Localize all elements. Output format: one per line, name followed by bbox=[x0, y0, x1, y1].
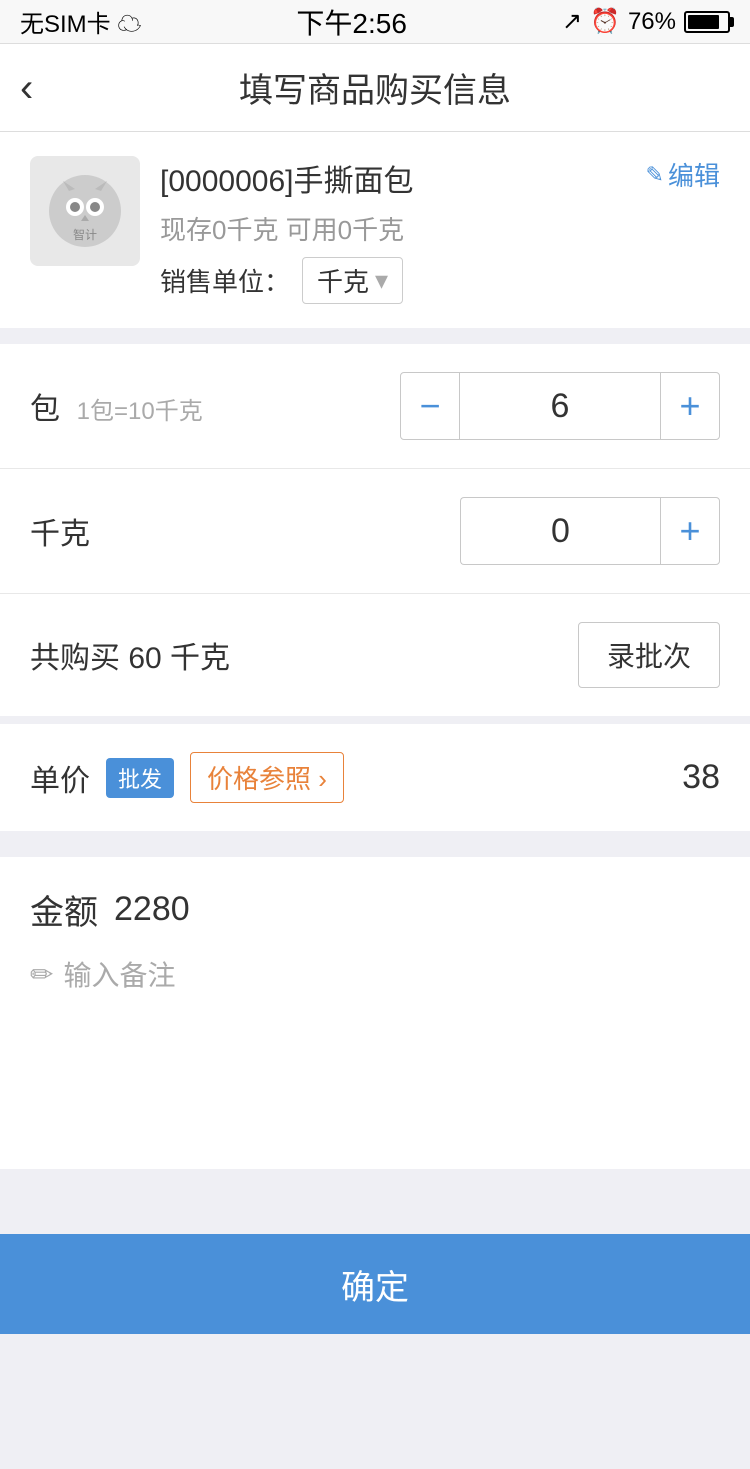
pencil-icon: ✏ bbox=[30, 958, 53, 991]
product-name: [0000006]手撕面包 bbox=[160, 156, 720, 200]
amount-value: 2280 bbox=[114, 890, 190, 929]
price-badge: 批发 bbox=[106, 758, 174, 798]
bao-qty-controls: − + bbox=[400, 372, 720, 440]
price-ref-button[interactable]: 价格参照 › bbox=[190, 752, 344, 803]
product-unit-row: 销售单位： 千克 ▾ bbox=[160, 257, 720, 304]
nav-bar: ‹ 填写商品购买信息 bbox=[0, 44, 750, 132]
kg-qty-controls: + bbox=[460, 497, 720, 565]
confirm-label: 确定 bbox=[341, 1260, 409, 1309]
nav-title: 填写商品购买信息 bbox=[239, 63, 511, 112]
product-image: 智计 bbox=[30, 156, 140, 266]
confirm-bar[interactable]: 确定 bbox=[0, 1234, 750, 1334]
product-logo: 智计 bbox=[45, 171, 125, 251]
unit-value: 千克 bbox=[317, 262, 369, 299]
edit-button[interactable]: ✎ 编辑 bbox=[646, 156, 720, 193]
amount-section: 金额 2280 ✏ 输入备注 bbox=[0, 849, 750, 1169]
status-left: 无SIM卡 ☁ bbox=[20, 4, 141, 39]
product-card: 智计 [0000006]手撕面包 现存0千克 可用0千克 销售单位： 千克 ▾ bbox=[0, 132, 750, 336]
edit-label: 编辑 bbox=[668, 156, 720, 193]
kg-qty-input[interactable] bbox=[460, 497, 660, 565]
product-stock: 现存0千克 可用0千克 bbox=[160, 210, 720, 247]
bao-label: 包 1包=10千克 bbox=[30, 384, 400, 428]
product-info: [0000006]手撕面包 现存0千克 可用0千克 销售单位： 千克 ▾ bbox=[160, 156, 720, 304]
svg-text:智计: 智计 bbox=[73, 227, 97, 242]
dropdown-arrow-icon: ▾ bbox=[375, 265, 388, 296]
edit-icon: ✎ bbox=[646, 162, 664, 188]
signal-icon: ↗ bbox=[562, 7, 582, 36]
sim-label: 无SIM卡 ☁ bbox=[20, 4, 141, 39]
unit-dropdown[interactable]: 千克 ▾ bbox=[302, 257, 403, 304]
price-value: 38 bbox=[682, 758, 720, 797]
back-button[interactable]: ‹ bbox=[20, 68, 33, 108]
status-time: 下午2:56 bbox=[296, 2, 407, 42]
bao-qty-input[interactable] bbox=[460, 372, 660, 440]
note-row[interactable]: ✏ 输入备注 bbox=[30, 954, 720, 994]
price-label: 单价 bbox=[30, 756, 90, 800]
product-card-wrapper: 智计 [0000006]手撕面包 现存0千克 可用0千克 销售单位： 千克 ▾ … bbox=[0, 132, 750, 344]
battery-percent: 76% bbox=[628, 8, 676, 36]
kg-label: 千克 bbox=[30, 509, 460, 553]
amount-label: 金额 bbox=[30, 885, 98, 934]
unit-label: 销售单位： bbox=[160, 262, 290, 299]
bao-minus-button[interactable]: − bbox=[400, 372, 460, 440]
summary-text: 共购买 60 千克 bbox=[30, 633, 230, 677]
batch-button[interactable]: 录批次 bbox=[578, 622, 720, 688]
alarm-icon: ⏰ bbox=[590, 7, 620, 36]
status-right: ↗ ⏰ 76% bbox=[562, 7, 730, 36]
bao-plus-button[interactable]: + bbox=[660, 372, 720, 440]
bao-sublabel: 1包=10千克 bbox=[70, 398, 203, 425]
kg-plus-button[interactable]: + bbox=[660, 497, 720, 565]
summary-row: 共购买 60 千克 录批次 bbox=[0, 594, 750, 724]
price-section: 单价 批发 价格参照 › 38 bbox=[0, 724, 750, 849]
bao-qty-row: 包 1包=10千克 − + bbox=[0, 344, 750, 469]
battery-icon bbox=[684, 11, 730, 33]
status-bar: 无SIM卡 ☁ 下午2:56 ↗ ⏰ 76% bbox=[0, 0, 750, 44]
kg-qty-row: 千克 + bbox=[0, 469, 750, 594]
note-placeholder[interactable]: 输入备注 bbox=[63, 954, 175, 994]
amount-row: 金额 2280 bbox=[30, 885, 720, 934]
price-row: 单价 批发 价格参照 › 38 bbox=[30, 752, 720, 803]
